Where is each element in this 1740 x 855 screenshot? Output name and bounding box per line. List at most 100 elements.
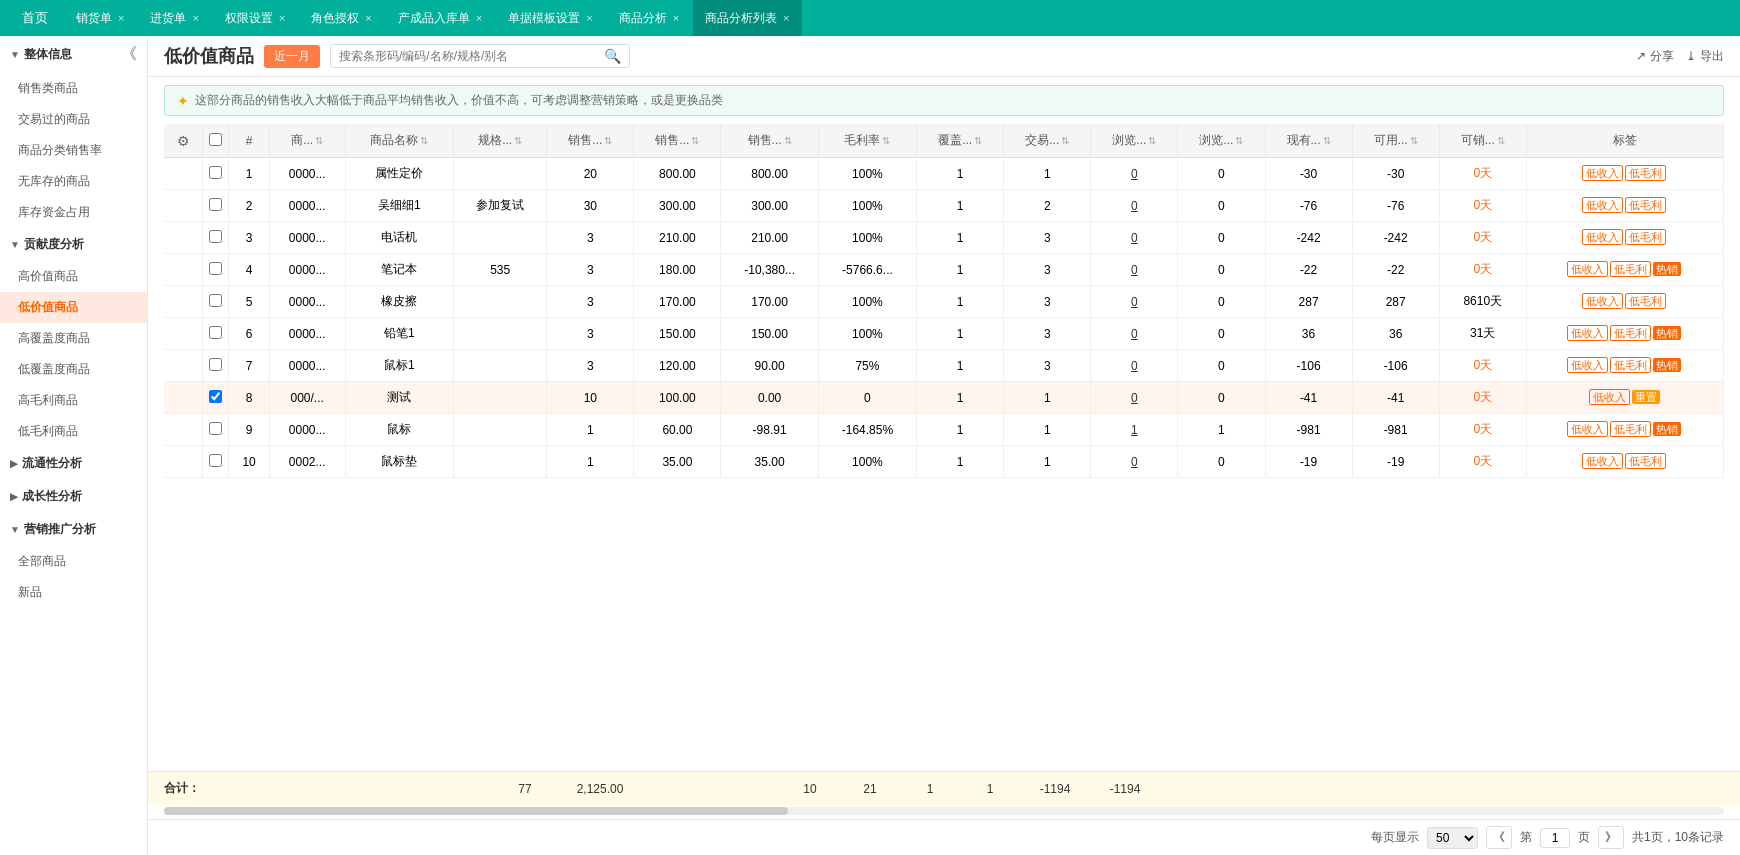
settings-cell <box>164 414 203 446</box>
row-checkbox[interactable] <box>209 358 222 371</box>
sidebar-item-low-value[interactable]: 低价值商品 <box>0 292 147 323</box>
sidebar-group-overall[interactable]: ▼ 整体信息 《 <box>0 36 147 73</box>
period-button[interactable]: 近一月 <box>264 45 320 68</box>
checkbox-cell <box>203 446 229 478</box>
sidebar-item-category-rate[interactable]: 商品分类销售率 <box>0 135 147 166</box>
close-icon[interactable]: × <box>365 12 371 24</box>
qty3-cell: 35.00 <box>721 446 818 478</box>
col-coverage[interactable]: 覆盖...⇅ <box>917 124 1004 158</box>
saleable-cell: 0天 <box>1439 446 1526 478</box>
nav-tab-0[interactable]: 销货单 × <box>64 0 136 36</box>
col-spec[interactable]: 规格...⇅ <box>454 124 547 158</box>
browse-link[interactable]: 1 <box>1131 423 1138 437</box>
checkbox-cell <box>203 222 229 254</box>
close-icon[interactable]: × <box>279 12 285 24</box>
sidebar-item-low-profit[interactable]: 低毛利商品 <box>0 416 147 447</box>
col-settings[interactable]: ⚙ <box>164 124 203 158</box>
close-icon[interactable]: × <box>476 12 482 24</box>
search-icon[interactable]: 🔍 <box>604 48 621 64</box>
col-saleable[interactable]: 可销...⇅ <box>1439 124 1526 158</box>
col-browse1[interactable]: 浏览...⇅ <box>1091 124 1178 158</box>
nav-tab-6[interactable]: 商品分析 × <box>607 0 691 36</box>
share-button[interactable]: ↗ 分享 <box>1636 48 1674 65</box>
export-button[interactable]: ⤓ 导出 <box>1686 48 1724 65</box>
nav-tab-5[interactable]: 单据模板设置 × <box>496 0 604 36</box>
close-icon[interactable]: × <box>783 12 789 24</box>
col-available[interactable]: 可用...⇅ <box>1352 124 1439 158</box>
row-checkbox[interactable] <box>209 262 222 275</box>
browse-link[interactable]: 0 <box>1131 455 1138 469</box>
per-page-select[interactable]: 50 100 200 <box>1427 827 1478 849</box>
col-qty1[interactable]: 销售...⇅ <box>547 124 634 158</box>
nav-tab-2[interactable]: 权限设置 × <box>213 0 297 36</box>
row-checkbox[interactable] <box>209 166 222 179</box>
col-gross-rate[interactable]: 毛利率⇅ <box>818 124 916 158</box>
nav-tab-1[interactable]: 进货单 × <box>138 0 210 36</box>
code-cell: 0000... <box>269 318 345 350</box>
browse-link[interactable]: 0 <box>1131 263 1138 277</box>
qty2-cell: 100.00 <box>634 382 721 414</box>
sidebar-item-traded-products[interactable]: 交易过的商品 <box>0 104 147 135</box>
row-checkbox[interactable] <box>209 230 222 243</box>
sidebar-item-no-stock[interactable]: 无库存的商品 <box>0 166 147 197</box>
tag-low-profit: 低毛利 <box>1610 261 1651 277</box>
browse-link[interactable]: 0 <box>1131 231 1138 245</box>
browse-link[interactable]: 0 <box>1131 359 1138 373</box>
nav-tab-7[interactable]: 商品分析列表 × <box>693 0 801 36</box>
sidebar-item-high-value[interactable]: 高价值商品 <box>0 261 147 292</box>
browse-link[interactable]: 0 <box>1131 391 1138 405</box>
sidebar-item-sales-products[interactable]: 销售类商品 <box>0 73 147 104</box>
row-checkbox[interactable] <box>209 454 222 467</box>
row-checkbox[interactable] <box>209 422 222 435</box>
row-checkbox[interactable] <box>209 390 222 403</box>
footer-scrollbar[interactable] <box>164 807 1724 815</box>
next-page-btn[interactable]: 》 <box>1598 826 1624 849</box>
sidebar-item-high-coverage[interactable]: 高覆盖度商品 <box>0 323 147 354</box>
sidebar-item-low-coverage[interactable]: 低覆盖度商品 <box>0 354 147 385</box>
nav-home[interactable]: 首页 <box>8 9 62 27</box>
browse1-cell: 0 <box>1091 286 1178 318</box>
close-icon[interactable]: × <box>586 12 592 24</box>
browse-link[interactable]: 0 <box>1131 167 1138 181</box>
browse-link[interactable]: 0 <box>1131 199 1138 213</box>
col-browse2[interactable]: 浏览...⇅ <box>1178 124 1265 158</box>
tag-low-profit: 低毛利 <box>1610 421 1651 437</box>
spec-cell: 参加复试 <box>454 190 547 222</box>
settings-cell <box>164 318 203 350</box>
footer-scrollbar-thumb <box>164 807 788 815</box>
close-icon[interactable]: × <box>192 12 198 24</box>
nav-tab-3[interactable]: 角色授权 × <box>299 0 383 36</box>
coverage-cell: 1 <box>917 286 1004 318</box>
row-checkbox[interactable] <box>209 198 222 211</box>
close-icon[interactable]: × <box>118 12 124 24</box>
col-qty3[interactable]: 销售...⇅ <box>721 124 818 158</box>
page-number-input[interactable] <box>1540 828 1570 848</box>
close-icon[interactable]: × <box>673 12 679 24</box>
nav-tab-4[interactable]: 产成品入库单 × <box>386 0 494 36</box>
sidebar-item-all-products[interactable]: 全部商品 <box>0 546 147 577</box>
col-qty2[interactable]: 销售...⇅ <box>634 124 721 158</box>
row-checkbox[interactable] <box>209 294 222 307</box>
sidebar-item-stock-capital[interactable]: 库存资金占用 <box>0 197 147 228</box>
col-current[interactable]: 现有...⇅ <box>1265 124 1352 158</box>
col-transactions[interactable]: 交易...⇅ <box>1004 124 1091 158</box>
browse-link[interactable]: 0 <box>1131 327 1138 341</box>
row-checkbox[interactable] <box>209 326 222 339</box>
first-page-btn[interactable]: 《 <box>1486 826 1512 849</box>
select-all-checkbox[interactable] <box>209 133 222 146</box>
browse-link[interactable]: 0 <box>1131 295 1138 309</box>
search-input[interactable] <box>339 49 604 63</box>
qty1-cell: 30 <box>547 190 634 222</box>
sidebar-group-growth[interactable]: ▶ 成长性分析 <box>0 480 147 513</box>
tags-cell: 低收入低毛利 <box>1526 222 1723 254</box>
transactions-cell: 1 <box>1004 158 1091 190</box>
col-name[interactable]: 商品名称⇅ <box>345 124 453 158</box>
sidebar-group-contribution[interactable]: ▼ 贡献度分析 <box>0 228 147 261</box>
sidebar-group-liquidity[interactable]: ▶ 流通性分析 <box>0 447 147 480</box>
sidebar-group-marketing[interactable]: ▼ 营销推广分析 <box>0 513 147 546</box>
qty1-cell: 3 <box>547 254 634 286</box>
sidebar-collapse-btn[interactable]: 《 <box>121 44 137 65</box>
sidebar-item-high-profit[interactable]: 高毛利商品 <box>0 385 147 416</box>
col-code[interactable]: 商...⇅ <box>269 124 345 158</box>
sidebar-item-new-products[interactable]: 新品 <box>0 577 147 608</box>
